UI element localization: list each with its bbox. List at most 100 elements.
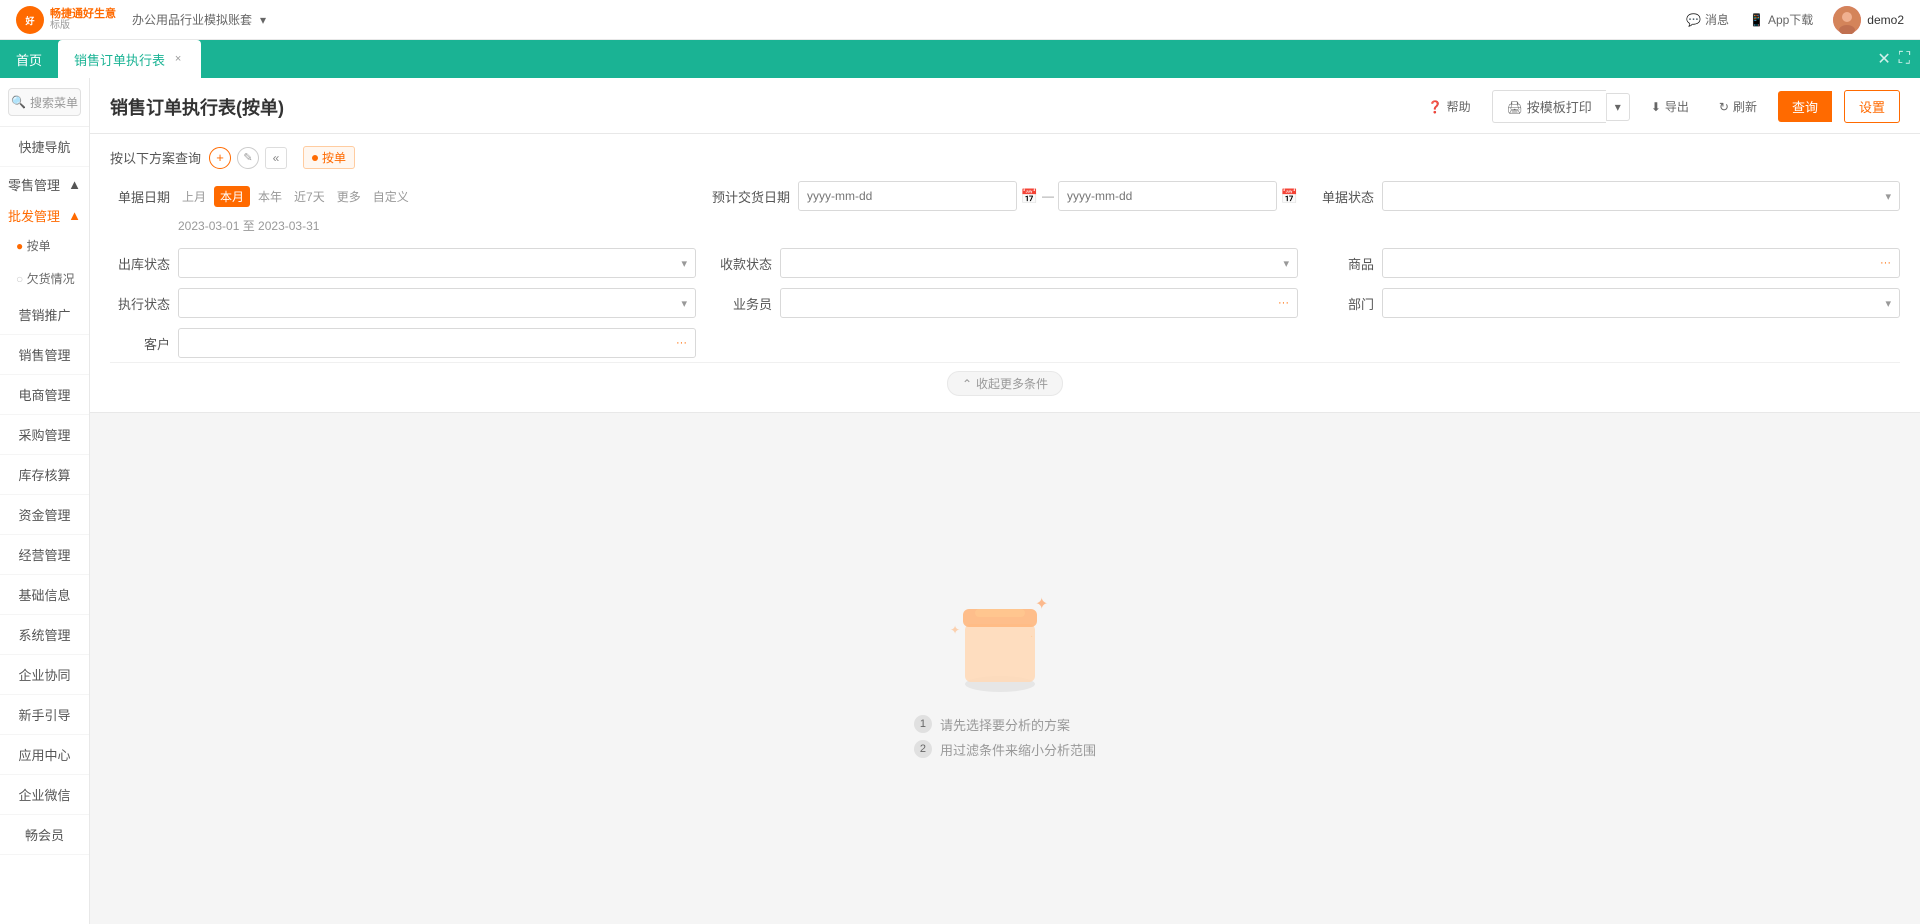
date-tab-this-year[interactable]: 本年: [254, 186, 286, 207]
collection-status-chevron: ▾: [1283, 257, 1289, 270]
filter-item-goods: 商品 ···: [1314, 248, 1900, 278]
help-button[interactable]: ❓ 帮助: [1419, 93, 1480, 120]
execution-status-select[interactable]: ▾: [178, 288, 696, 318]
content-area: 销售订单执行表(按单) ❓ 帮助 🖨 按模板打印 ▾ ⬇ 导出: [90, 78, 1920, 924]
calendar-end-icon[interactable]: 📅: [1281, 188, 1298, 205]
customer-select[interactable]: ···: [178, 328, 696, 358]
sidebar-item-quick-nav[interactable]: 快捷导航: [0, 127, 89, 167]
query-button[interactable]: 查询: [1778, 91, 1832, 122]
sidebar-item-inventory[interactable]: 库存核算: [0, 455, 89, 495]
filter-panel-header: 按以下方案查询 + ✎ « 按单: [110, 146, 1900, 169]
user-avatar-area[interactable]: demo2: [1833, 6, 1904, 34]
sidebar-item-basic[interactable]: 基础信息: [0, 575, 89, 615]
sidebar-item-retail[interactable]: 零售管理 ▲: [0, 167, 89, 198]
edit-scheme-button[interactable]: ✎: [237, 147, 259, 169]
add-scheme-button[interactable]: +: [209, 147, 231, 169]
bill-status-label: 单据状态: [1314, 187, 1374, 206]
active-dot-icon: ●: [16, 239, 23, 253]
sidebar-item-operations[interactable]: 经营管理: [0, 535, 89, 575]
sidebar-item-wholesale[interactable]: 批发管理 ▲: [0, 198, 89, 229]
tab-window-resize[interactable]: ⛶: [1899, 50, 1910, 68]
filter-item-execution-status: 执行状态 ▾: [110, 288, 696, 318]
tab-home[interactable]: 首页: [0, 40, 58, 78]
collapse-more-area: ⌃ 收起更多条件: [110, 362, 1900, 400]
goods-select[interactable]: ···: [1382, 248, 1900, 278]
hint-1-num: 1: [914, 715, 932, 733]
main-layout: 🔍 搜索菜单 快捷导航 零售管理 ▲ 批发管理 ▲ ● 按单 ○ 欠货情况 营销…: [0, 78, 1920, 924]
query-button-group: 查询: [1778, 91, 1832, 122]
collection-status-select[interactable]: ▾: [780, 248, 1298, 278]
tab-sales-execution[interactable]: 销售订单执行表 ×: [58, 40, 201, 78]
hint-2-text: 用过滤条件来缩小分析范围: [940, 740, 1096, 759]
calendar-start-icon[interactable]: 📅: [1021, 188, 1038, 205]
page-actions: ❓ 帮助 🖨 按模板打印 ▾ ⬇ 导出 ↻ 刷新: [1419, 90, 1900, 123]
sidebar-item-member[interactable]: 畅会员: [0, 815, 89, 855]
print-button-group: 🖨 按模板打印 ▾: [1492, 90, 1630, 123]
scheme-tabs: 按单: [303, 146, 355, 169]
active-scheme-tab[interactable]: 按单: [303, 146, 355, 169]
sidebar-item-enterprise[interactable]: 企业协同: [0, 655, 89, 695]
sidebar-item-purchase[interactable]: 采购管理: [0, 415, 89, 455]
phone-icon: 📱: [1749, 13, 1764, 27]
bill-status-control: ▾: [1382, 181, 1900, 211]
bill-date-label: 单据日期: [110, 187, 170, 206]
goods-control: ···: [1382, 248, 1900, 278]
collapse-more-button[interactable]: ⌃ 收起更多条件: [947, 371, 1063, 396]
sidebar-item-wechat[interactable]: 企业微信: [0, 775, 89, 815]
hint-2-num: 2: [914, 740, 932, 758]
sidebar-item-sales[interactable]: 销售管理: [0, 335, 89, 375]
department-select[interactable]: ▾: [1382, 288, 1900, 318]
setup-button[interactable]: 设置: [1844, 90, 1900, 123]
filter-row-2: 出库状态 ▾ 收款状态 ▾: [110, 248, 1900, 278]
estimated-date-end[interactable]: [1058, 181, 1277, 211]
salesperson-select[interactable]: ···: [780, 288, 1298, 318]
filter-item-customer: 客户 ···: [110, 328, 696, 358]
circle-icon: ○: [16, 272, 23, 286]
sidebar-item-system[interactable]: 系统管理: [0, 615, 89, 655]
sidebar-item-newbie[interactable]: 新手引导: [0, 695, 89, 735]
sidebar-item-ecommerce[interactable]: 电商管理: [0, 375, 89, 415]
filter-rows: 单据日期 上月 本月 本年 近7天 更多 自定义: [110, 181, 1900, 358]
department-control: ▾: [1382, 288, 1900, 318]
print-button[interactable]: 🖨 按模板打印: [1492, 90, 1606, 123]
header-dropdown-icon[interactable]: ▾: [260, 13, 266, 27]
customer-more-icon: ···: [676, 337, 687, 349]
filter-item-collection-status: 收款状态 ▾: [712, 248, 1298, 278]
date-tab-last-month[interactable]: 上月: [178, 186, 210, 207]
execution-status-control: ▾: [178, 288, 696, 318]
tab-close-icon[interactable]: ×: [171, 52, 185, 66]
collapse-scheme-button[interactable]: «: [265, 147, 287, 169]
sidebar: 🔍 搜索菜单 快捷导航 零售管理 ▲ 批发管理 ▲ ● 按单 ○ 欠货情况 营销…: [0, 78, 90, 924]
refresh-button[interactable]: ↻ 刷新: [1710, 93, 1766, 120]
estimated-date-start[interactable]: [798, 181, 1017, 211]
date-tab-7days[interactable]: 近7天: [290, 186, 329, 207]
sidebar-sub-item-order[interactable]: ● 按单: [0, 229, 89, 262]
warehouse-status-select[interactable]: ▾: [178, 248, 696, 278]
tab-window-close[interactable]: ✕: [1877, 49, 1890, 69]
sidebar-item-marketing[interactable]: 营销推广: [0, 295, 89, 335]
department-label: 部门: [1314, 294, 1374, 313]
date-tab-custom[interactable]: 自定义: [369, 186, 413, 207]
date-tabs-row: 上月 本月 本年 近7天 更多 自定义: [178, 186, 696, 207]
execution-status-chevron: ▾: [681, 297, 687, 310]
bill-status-select[interactable]: ▾: [1382, 181, 1900, 211]
date-range-display: 2023-03-01 至 2023-03-31: [110, 217, 1900, 238]
date-tab-more[interactable]: 更多: [333, 186, 365, 207]
message-action[interactable]: 💬 消息: [1686, 11, 1729, 28]
header-page-label: 办公用品行业模拟账套: [132, 11, 252, 28]
app-download-action[interactable]: 📱 App下载: [1749, 11, 1813, 28]
svg-text:·: ·: [1030, 631, 1033, 642]
search-menu-button[interactable]: 🔍 搜索菜单: [8, 88, 81, 116]
user-name: demo2: [1867, 13, 1904, 27]
filter-row-3: 执行状态 ▾ 业务员 ···: [110, 288, 1900, 318]
sidebar-item-finance[interactable]: 资金管理: [0, 495, 89, 535]
export-button[interactable]: ⬇ 导出: [1642, 93, 1698, 120]
collection-status-label: 收款状态: [712, 254, 772, 273]
print-dropdown-button[interactable]: ▾: [1606, 93, 1630, 121]
salesperson-more-icon: ···: [1278, 297, 1289, 309]
date-tab-this-month[interactable]: 本月: [214, 186, 250, 207]
message-icon: 💬: [1686, 13, 1701, 27]
sidebar-sub-item-debt[interactable]: ○ 欠货情况: [0, 262, 89, 295]
sidebar-item-appstore[interactable]: 应用中心: [0, 735, 89, 775]
page-title: 销售订单执行表(按单): [110, 94, 284, 120]
